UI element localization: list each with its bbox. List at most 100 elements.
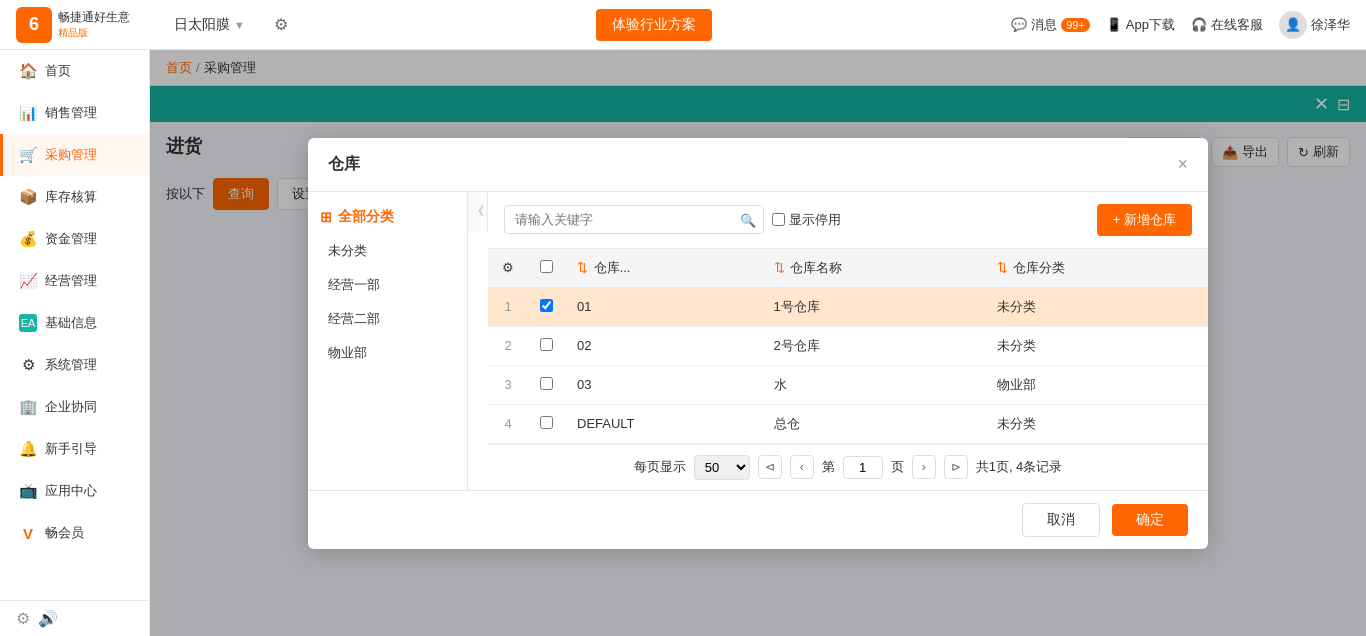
sidebar-item-app-center[interactable]: 📺 应用中心 [0,470,149,512]
modal-pagination: 每页显示 102050100 ⊲ ‹ 第 页 › ⊳ 共1页, 4条记录 [488,444,1208,490]
row-checkbox[interactable] [540,338,553,351]
volume-icon[interactable]: 🔊 [38,609,58,628]
phone-icon: 📱 [1106,17,1122,32]
add-warehouse-btn[interactable]: + 新增仓库 [1097,204,1192,236]
vip-icon: V [19,525,37,542]
table-row[interactable]: 1 01 1号仓库 未分类 [488,287,1208,326]
settings-bottom-icon[interactable]: ⚙ [16,609,30,628]
logo-icon: 6 [16,7,52,43]
next-page-btn[interactable]: › [912,455,936,479]
sidebar-item-vip[interactable]: V 畅会员 [0,512,149,554]
sidebar-item-enterprise[interactable]: 🏢 企业协同 [0,386,149,428]
table-row[interactable]: 3 03 水 物业部 [488,365,1208,404]
prev-page-btn[interactable]: ‹ [790,455,814,479]
first-page-btn[interactable]: ⊲ [758,455,782,479]
all-categories-label: 全部分类 [338,208,394,226]
row-checkbox[interactable] [540,416,553,429]
search-wrap: 🔍 [504,205,764,234]
sidebar-collapse-btn[interactable]: 《 [468,192,488,232]
row-checkbox-cell[interactable] [528,287,565,326]
notification-label: 消息 [1031,16,1057,34]
sidebar-item-guide[interactable]: 🔔 新手引导 [0,428,149,470]
page-size-label: 每页显示 [634,458,686,476]
row-category: 未分类 [985,326,1208,365]
inventory-icon: 📦 [19,188,37,206]
username-label: 徐泽华 [1311,16,1350,34]
sidebar-item-inventory[interactable]: 📦 库存核算 [0,176,149,218]
sidebar-item-basic-info[interactable]: EA 基础信息 [0,302,149,344]
warehouse-modal: 仓库 × ⊞ 全部分类 未分类 经营一 [308,138,1208,549]
show-disabled-wrap[interactable]: 显示停用 [772,211,841,229]
sidebar-label-app-center: 应用中心 [45,482,97,500]
logo-text: 畅捷通好生意 精品版 [58,9,130,40]
modal-body: ⊞ 全部分类 未分类 经营一部 经营二部 物业部 [308,192,1208,490]
row-checkbox[interactable] [540,377,553,390]
notification-item[interactable]: 💬 消息 99+ [1011,16,1090,34]
col-code-label: 仓库... [594,260,631,275]
row-num: 4 [488,404,528,443]
category-item-2[interactable]: 经营二部 [308,302,467,336]
modal-close-btn[interactable]: × [1177,155,1188,173]
logo-char: 6 [29,14,39,35]
main-layout: 🏠 首页 📊 销售管理 🛒 采购管理 📦 库存核算 💰 资金管理 📈 经营管理 … [0,50,1366,636]
store-name: 日太阳膜 [174,16,230,34]
sort-icon-category: ⇅ [997,260,1008,275]
sidebar-item-finance[interactable]: 💰 资金管理 [0,218,149,260]
col-checkbox [528,249,565,288]
all-categories-item[interactable]: ⊞ 全部分类 [308,200,467,234]
search-input[interactable] [504,205,764,234]
row-checkbox-cell[interactable] [528,326,565,365]
select-all-checkbox[interactable] [540,260,553,273]
page-input[interactable] [843,456,883,479]
app-download-item[interactable]: 📱 App下载 [1106,16,1175,34]
sidebar-item-system[interactable]: ⚙ 系统管理 [0,344,149,386]
user-profile[interactable]: 👤 徐泽华 [1279,11,1350,39]
page-size-select[interactable]: 102050100 [694,455,750,480]
show-disabled-checkbox[interactable] [772,213,785,226]
logo-text-line2: 精品版 [58,26,130,40]
category-item-3[interactable]: 物业部 [308,336,467,370]
row-checkbox-cell[interactable] [528,365,565,404]
cancel-btn[interactable]: 取消 [1022,503,1100,537]
sidebar-item-sales[interactable]: 📊 销售管理 [0,92,149,134]
store-selector[interactable]: 日太阳膜 ▼ [166,12,253,38]
sidebar-item-operations[interactable]: 📈 经营管理 [0,260,149,302]
avatar: 👤 [1279,11,1307,39]
trial-btn[interactable]: 体验行业方案 [596,9,712,41]
row-checkbox[interactable] [540,299,553,312]
row-code: 02 [565,326,762,365]
last-page-btn[interactable]: ⊳ [944,455,968,479]
sidebar-item-purchase[interactable]: 🛒 采购管理 [0,134,149,176]
row-checkbox-cell[interactable] [528,404,565,443]
category-item-0[interactable]: 未分类 [308,234,467,268]
sidebar-label-enterprise: 企业协同 [45,398,97,416]
modal-header: 仓库 × [308,138,1208,192]
confirm-btn[interactable]: 确定 [1112,504,1188,536]
sidebar-label-sales: 销售管理 [45,104,97,122]
sidebar-item-home[interactable]: 🏠 首页 [0,50,149,92]
sort-icon-code: ⇅ [577,260,588,275]
settings-gear-btn[interactable]: ⚙ [265,9,297,41]
col-name-label: 仓库名称 [790,260,842,275]
header-center: 体验行业方案 [297,9,1011,41]
table-row[interactable]: 4 DEFAULT 总仓 未分类 [488,404,1208,443]
purchase-icon: 🛒 [19,146,37,164]
notification-badge: 99+ [1061,18,1090,32]
search-icon[interactable]: 🔍 [740,212,756,227]
enterprise-icon: 🏢 [19,398,37,416]
table-row[interactable]: 2 02 2号仓库 未分类 [488,326,1208,365]
row-name: 总仓 [762,404,985,443]
modal-overlay: 仓库 × ⊞ 全部分类 未分类 经营一 [150,50,1366,636]
row-code: 01 [565,287,762,326]
total-info: 共1页, 4条记录 [976,458,1063,476]
row-code: 03 [565,365,762,404]
header-right: 💬 消息 99+ 📱 App下载 🎧 在线客服 👤 徐泽华 [1011,11,1350,39]
sidebar-label-system: 系统管理 [45,356,97,374]
row-name: 2号仓库 [762,326,985,365]
online-service-item[interactable]: 🎧 在线客服 [1191,16,1263,34]
logo-text-line1: 畅捷通好生意 [58,9,130,26]
app-download-label: App下载 [1126,16,1175,34]
modal-toolbar: 🔍 显示停用 + 新增仓库 [488,192,1208,249]
content-area: 首页 / 采购管理 ✕ ⊟ 进货 🖨 打印 ▼ 📤 [150,50,1366,636]
category-item-1[interactable]: 经营一部 [308,268,467,302]
